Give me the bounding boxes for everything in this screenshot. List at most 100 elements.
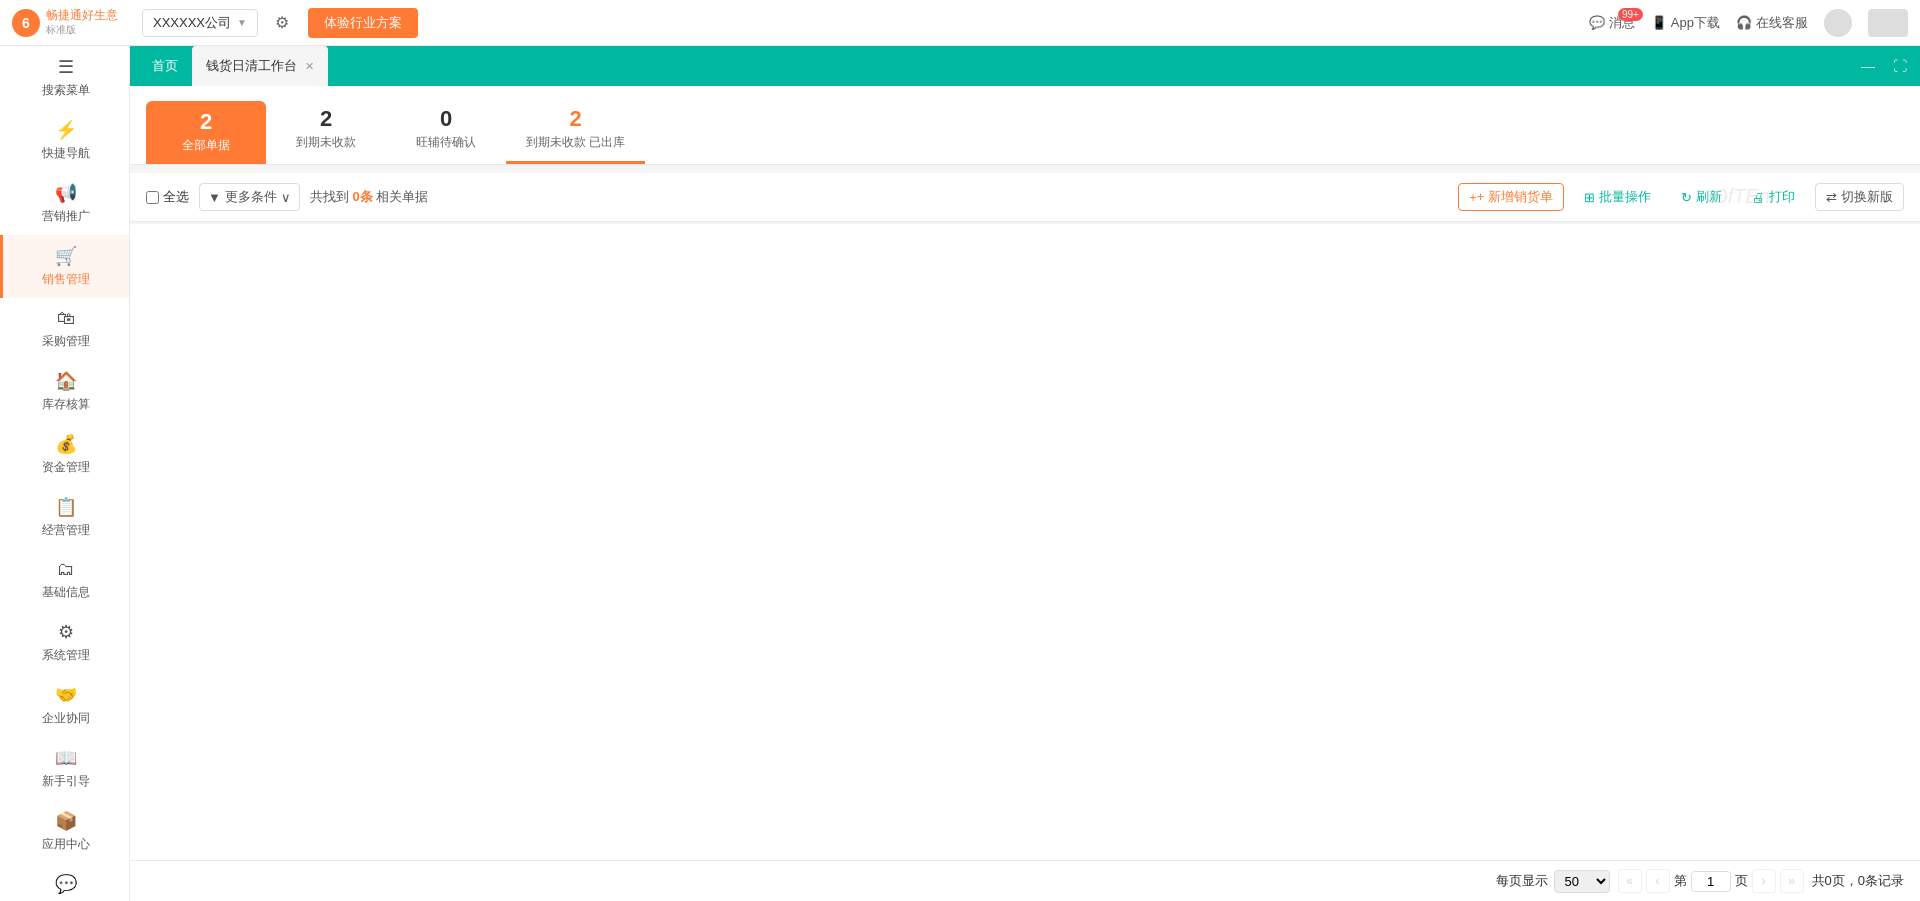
avatar[interactable] — [1824, 9, 1852, 37]
company-selector[interactable]: XXXXXX公司 ▼ — [142, 9, 258, 37]
handshake-icon: 🤝 — [55, 684, 77, 706]
prev-page-button[interactable]: ‹ — [1646, 869, 1670, 893]
toolbar-left: 全选 ▼ 更多条件 ∨ 共找到 0条 相关单据 — [146, 183, 1448, 211]
sidebar-label-operations: 经营管理 — [42, 522, 90, 539]
main-layout: ☰ 搜索菜单 ⚡ 快捷导航 📢 营销推广 🛒 销售管理 🛍 采购管理 🏠 库存核… — [0, 46, 1920, 901]
speaker-icon: 📢 — [55, 182, 77, 204]
box-icon: 📦 — [55, 810, 77, 832]
sidebar-item-weixin[interactable]: 💬 企业微信 — [0, 863, 129, 901]
filter-label: 更多条件 — [225, 188, 277, 206]
refresh-label: 刷新 — [1696, 188, 1722, 206]
sidebar-item-purchase[interactable]: 🛍 采购管理 — [0, 298, 129, 360]
switch-label: 切换新版 — [1841, 188, 1893, 206]
sidebar-item-cooperation[interactable]: 🤝 企业协同 — [0, 674, 129, 737]
online-service-button[interactable]: 🎧 在线客服 — [1736, 14, 1808, 32]
add-order-button[interactable]: + + 新增销货单 — [1458, 183, 1564, 211]
message-button[interactable]: 💬 消息 99+ — [1589, 14, 1635, 32]
service-icon: 🎧 — [1736, 15, 1752, 30]
per-page-select[interactable]: 50 100 200 — [1554, 870, 1610, 893]
book-icon: 📖 — [55, 747, 77, 769]
sidebar-label-marketing: 营销推广 — [42, 208, 90, 225]
stat-card-overdue-shipped[interactable]: 2 到期未收款 已出库 — [506, 98, 645, 164]
stat-card-overdue[interactable]: 2 到期未收款 — [266, 98, 386, 164]
clipboard-icon: 📋 — [55, 496, 77, 518]
sidebar-label-inventory: 库存核算 — [42, 396, 90, 413]
stat-number-overdue-shipped: 2 — [526, 106, 625, 132]
select-all-input[interactable] — [146, 191, 159, 204]
logo-text: 畅捷通好生意 — [46, 8, 118, 24]
pagination-bar: 每页显示 50 100 200 « ‹ 第 页 › » 共0页，0条记录 — [130, 860, 1920, 901]
tab-maximize-button[interactable]: ⛶ — [1888, 54, 1912, 78]
switch-icon: ⇄ — [1826, 190, 1837, 205]
sidebar-item-operations[interactable]: 📋 经营管理 — [0, 486, 129, 549]
top-header: 6 畅捷通好生意 标准版 XXXXXX公司 ▼ ⚙ 体验行业方案 💬 消息 99… — [0, 0, 1920, 46]
tab-bar: 首页 钱货日清工作台 ✕ — ⛶ — [130, 46, 1920, 86]
stat-card-all[interactable]: 2 全部单据 — [146, 101, 266, 164]
app-download-label: App下载 — [1671, 14, 1720, 32]
batch-operation-button[interactable]: ⊞ 批量操作 — [1574, 184, 1661, 210]
sidebar-label-guide: 新手引导 — [42, 773, 90, 790]
sidebar-item-inventory[interactable]: 🏠 库存核算 — [0, 360, 129, 423]
last-page-button[interactable]: » — [1780, 869, 1804, 893]
table-area — [130, 224, 1920, 860]
home-icon: 🏠 — [55, 370, 77, 392]
cart-icon: 🛒 — [55, 245, 77, 267]
user-name[interactable] — [1868, 9, 1908, 37]
sidebar: ☰ 搜索菜单 ⚡ 快捷导航 📢 营销推广 🛒 销售管理 🛍 采购管理 🏠 库存核… — [0, 46, 130, 901]
add-order-label: + 新增销货单 — [1477, 188, 1553, 206]
toolbar: 全选 ▼ 更多条件 ∨ 共找到 0条 相关单据 + + 新增销货单 — [130, 173, 1920, 222]
settings-icon[interactable]: ⚙ — [266, 7, 298, 39]
tab-minimize-button[interactable]: — — [1856, 54, 1880, 78]
toolbar-right: + + 新增销货单 ⊞ 批量操作 ↻ 刷新 🖨 打印 ⇄ 切换新版 — [1458, 183, 1904, 211]
close-icon[interactable]: ✕ — [305, 60, 314, 73]
tab-workbench[interactable]: 钱货日清工作台 ✕ — [192, 46, 328, 86]
stat-label-overdue: 到期未收款 — [286, 134, 366, 151]
filter-icon: ▼ — [208, 190, 221, 205]
sidebar-item-quicknav[interactable]: ⚡ 快捷导航 — [0, 109, 129, 172]
sidebar-item-guide[interactable]: 📖 新手引导 — [0, 737, 129, 800]
message-icon: 💬 — [1589, 15, 1605, 30]
search-icon: ☰ — [58, 56, 74, 78]
refresh-button[interactable]: ↻ 刷新 — [1671, 184, 1732, 210]
tab-home[interactable]: 首页 — [138, 46, 192, 86]
refresh-icon: ↻ — [1681, 190, 1692, 205]
download-icon: 📱 — [1651, 15, 1667, 30]
filter-button[interactable]: ▼ 更多条件 ∨ — [199, 183, 300, 211]
sidebar-item-system[interactable]: ⚙ 系统管理 — [0, 611, 129, 674]
chevron-icon: ∨ — [281, 190, 291, 205]
logo-sub: 标准版 — [46, 23, 118, 37]
header-right: 💬 消息 99+ 📱 App下载 🎧 在线客服 — [1589, 9, 1908, 37]
page-input[interactable] — [1691, 871, 1731, 892]
print-button[interactable]: 🖨 打印 — [1742, 184, 1805, 210]
switch-version-button[interactable]: ⇄ 切换新版 — [1815, 183, 1904, 211]
stat-label-all: 全部单据 — [166, 137, 246, 154]
sidebar-item-appcenter[interactable]: 📦 应用中心 — [0, 800, 129, 863]
trial-button[interactable]: 体验行业方案 — [308, 8, 418, 38]
next-page-button[interactable]: › — [1752, 869, 1776, 893]
total-records-label: 共0页，0条记录 — [1812, 872, 1904, 890]
sidebar-item-marketing[interactable]: 📢 营销推广 — [0, 172, 129, 235]
app-download-button[interactable]: 📱 App下载 — [1651, 14, 1720, 32]
batch-label: 批量操作 — [1599, 188, 1651, 206]
first-page-button[interactable]: « — [1618, 869, 1642, 893]
found-text: 共找到 0条 相关单据 — [310, 188, 428, 206]
message-badge: 99+ — [1618, 8, 1643, 21]
stat-label-wangfu: 旺辅待确认 — [406, 134, 486, 151]
page-suffix: 页 — [1735, 872, 1748, 890]
sidebar-item-finance[interactable]: 💰 资金管理 — [0, 423, 129, 486]
sidebar-label-finance: 资金管理 — [42, 459, 90, 476]
tab-bar-right: — ⛶ — [1856, 54, 1912, 78]
logo-area: 6 畅捷通好生意 标准版 — [12, 8, 142, 38]
stat-card-wangfu[interactable]: 0 旺辅待确认 — [386, 98, 506, 164]
sidebar-item-sales[interactable]: 🛒 销售管理 — [0, 235, 129, 298]
page-navigation: « ‹ 第 页 › » — [1618, 869, 1804, 893]
select-all-label: 全选 — [163, 188, 189, 206]
sidebar-label-cooperation: 企业协同 — [42, 710, 90, 727]
chevron-down-icon: ▼ — [237, 17, 247, 28]
select-all-checkbox[interactable]: 全选 — [146, 188, 189, 206]
found-count: 0条 — [353, 189, 373, 204]
sidebar-item-search[interactable]: ☰ 搜索菜单 — [0, 46, 129, 109]
sidebar-item-basicinfo[interactable]: 🗂 基础信息 — [0, 549, 129, 611]
found-prefix: 共找到 — [310, 189, 349, 204]
stats-bar: 2 全部单据 2 到期未收款 0 旺辅待确认 2 到期未收款 已出库 — [130, 86, 1920, 165]
